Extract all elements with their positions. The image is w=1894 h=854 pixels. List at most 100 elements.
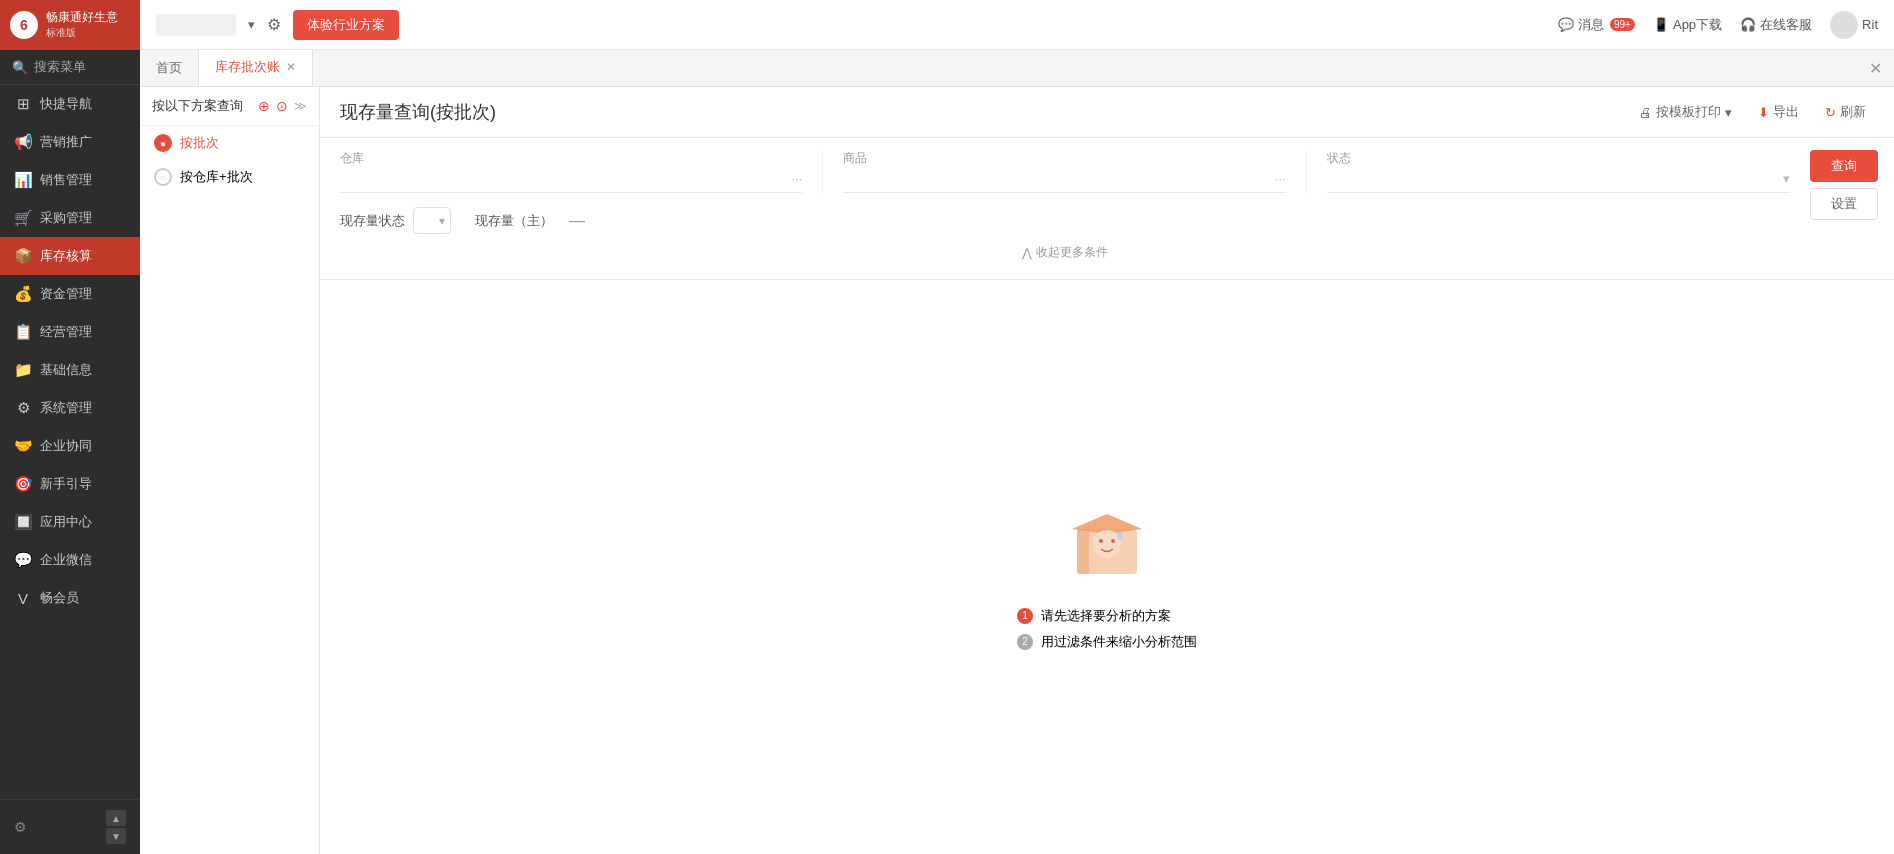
sidebar-item-member[interactable]: V 畅会员 [0,579,140,617]
topbar-dropdown-btn[interactable]: ▾ [248,17,255,32]
app-download-btn[interactable]: 📱 App下载 [1653,16,1722,34]
status-input[interactable] [1327,171,1783,186]
sidebar-item-apps[interactable]: 🔲 应用中心 [0,503,140,541]
collapse-icon: ⋀ [1022,246,1032,260]
warehouse-input-row: ··· [340,171,802,193]
inventory-qty-label: 现存量（主） [475,212,553,230]
status-dropdown-icon[interactable]: ▾ [1783,171,1790,186]
online-service-label: 在线客服 [1760,16,1812,34]
add-plan-btn[interactable]: ⊕ [258,98,270,114]
sidebar-item-wechat[interactable]: 💬 企业微信 [0,541,140,579]
empty-svg [1057,484,1157,584]
user-avatar [1830,11,1858,39]
scroll-down-btn[interactable]: ▼ [106,828,126,844]
settings-footer-btn[interactable]: ⚙ [14,819,27,835]
print-icon: 🖨 [1639,105,1652,120]
inventory-status-select[interactable] [413,207,451,234]
nav-icon: 🎯 [14,475,32,493]
collapse-label: 收起更多条件 [1036,244,1108,261]
messages-btn[interactable]: 💬 消息 99+ [1558,16,1635,34]
step-1-label: 请先选择要分析的方案 [1041,607,1171,625]
scroll-up-btn[interactable]: ▲ [106,810,126,826]
page-title: 现存量查询(按批次) [340,100,496,124]
app-download-label: App下载 [1673,16,1722,34]
nav-label: 资金管理 [40,285,92,303]
empty-step-1: 1 请先选择要分析的方案 [1017,607,1197,625]
online-service-btn[interactable]: 🎧 在线客服 [1740,16,1812,34]
warehouse-dots[interactable]: ··· [791,171,802,186]
nav-icon: 📢 [14,133,32,151]
print-dropdown-icon: ▾ [1725,105,1732,120]
user-profile[interactable]: Rit [1830,11,1878,39]
nav-label: 企业微信 [40,551,92,569]
action-buttons: 查询 设置 [1810,138,1894,279]
sidebar-item-marketing[interactable]: 📢 营销推广 [0,123,140,161]
tab-close-panel-btn[interactable]: ✕ [1857,59,1894,78]
warehouse-input[interactable] [340,171,791,186]
tab-inventory-batch[interactable]: 库存批次账 ✕ [199,50,313,86]
tabbar: 首页 库存批次账 ✕ ✕ [140,50,1894,87]
filter-goods: 商品 ··· [823,150,1306,193]
filter-section: 仓库 ··· 商品 ··· [320,138,1894,280]
sidebar-item-guide[interactable]: 🎯 新手引导 [0,465,140,503]
plan-icon-warehouse-batch: ○ [154,168,172,186]
goods-dots[interactable]: ··· [1275,171,1286,186]
headset-icon: 🎧 [1740,17,1756,32]
nav-label: 快捷导航 [40,95,92,113]
sidebar-item-inventory[interactable]: 📦 库存核算 [0,237,140,275]
nav-icon: 🛒 [14,209,32,227]
nav-label: 畅会员 [40,589,79,607]
sidebar-item-sales[interactable]: 📊 销售管理 [0,161,140,199]
collapse-panel-btn[interactable]: ≫ [294,99,307,113]
sidebar-item-quick-nav[interactable]: ⊞ 快捷导航 [0,85,140,123]
nav-label: 新手引导 [40,475,92,493]
tab-close-btn[interactable]: ✕ [286,60,296,74]
right-panel: 现存量查询(按批次) 🖨 按模板打印 ▾ ⬇ 导出 ↻ [320,87,1894,854]
sidebar-item-system[interactable]: ⚙ 系统管理 [0,389,140,427]
left-panel-title: 按以下方案查询 [152,97,243,115]
sidebar-item-enterprise[interactable]: 🤝 企业协同 [0,427,140,465]
main-area: ▾ ⚙ 体验行业方案 💬 消息 99+ 📱 App下载 🎧 在线客服 Rit [140,0,1894,854]
sidebar-item-operations[interactable]: 📋 经营管理 [0,313,140,351]
topbar-right: 💬 消息 99+ 📱 App下载 🎧 在线客服 Rit [1558,11,1878,39]
status-label: 状态 [1327,150,1790,167]
tab-home[interactable]: 首页 [140,51,199,85]
inventory-qty-dash: — [561,212,593,230]
topbar-left: ▾ ⚙ 体验行业方案 [156,10,399,40]
collapse-more-btn[interactable]: ⋀ 收起更多条件 [340,238,1790,267]
tab-home-label: 首页 [156,59,182,77]
nav-icon: 📁 [14,361,32,379]
inventory-status-select-wrapper: ▾ [413,207,451,234]
sidebar: 6 畅康通好生意 标准版 🔍 搜索菜单 ⊞ 快捷导航 📢 营销推广 📊 销售管理… [0,0,140,854]
nav-label: 企业协同 [40,437,92,455]
goods-input[interactable] [843,171,1274,186]
notification-badge: 99+ [1610,18,1635,31]
nav-label: 库存核算 [40,247,92,265]
refresh-btn[interactable]: ↻ 刷新 [1817,99,1874,125]
filter-inventory-status: 现存量状态 ▾ [340,207,451,234]
export-btn[interactable]: ⬇ 导出 [1750,99,1807,125]
experience-btn[interactable]: 体验行业方案 [293,10,399,40]
sidebar-item-finance[interactable]: 💰 资金管理 [0,275,140,313]
query-btn[interactable]: 查询 [1810,150,1878,182]
sidebar-item-purchase[interactable]: 🛒 采购管理 [0,199,140,237]
settings-action-btn[interactable]: 设置 [1810,188,1878,220]
empty-state: 1 请先选择要分析的方案 2 用过滤条件来缩小分析范围 [320,280,1894,854]
edit-plan-btn[interactable]: ⊙ [276,98,288,114]
search-menu[interactable]: 🔍 搜索菜单 [0,50,140,85]
sidebar-item-basics[interactable]: 📁 基础信息 [0,351,140,389]
print-btn[interactable]: 🖨 按模板打印 ▾ [1631,99,1740,125]
nav-label: 营销推广 [40,133,92,151]
step-num-2: 2 [1017,634,1033,650]
plan-item-warehouse-batch[interactable]: ○ 按仓库+批次 [140,160,319,194]
inventory-status-label: 现存量状态 [340,212,405,230]
page-header: 现存量查询(按批次) 🖨 按模板打印 ▾ ⬇ 导出 ↻ [320,87,1894,138]
topbar-settings-btn[interactable]: ⚙ [267,15,281,34]
refresh-label: 刷新 [1840,103,1866,121]
plan-icon-batch: ● [154,134,172,152]
nav-icon: ⊞ [14,95,32,113]
filter-top-row: 仓库 ··· 商品 ··· [340,150,1790,193]
plan-item-batch[interactable]: ● 按批次 [140,126,319,160]
nav-icon: 💬 [14,551,32,569]
breadcrumb-input[interactable] [156,14,236,36]
